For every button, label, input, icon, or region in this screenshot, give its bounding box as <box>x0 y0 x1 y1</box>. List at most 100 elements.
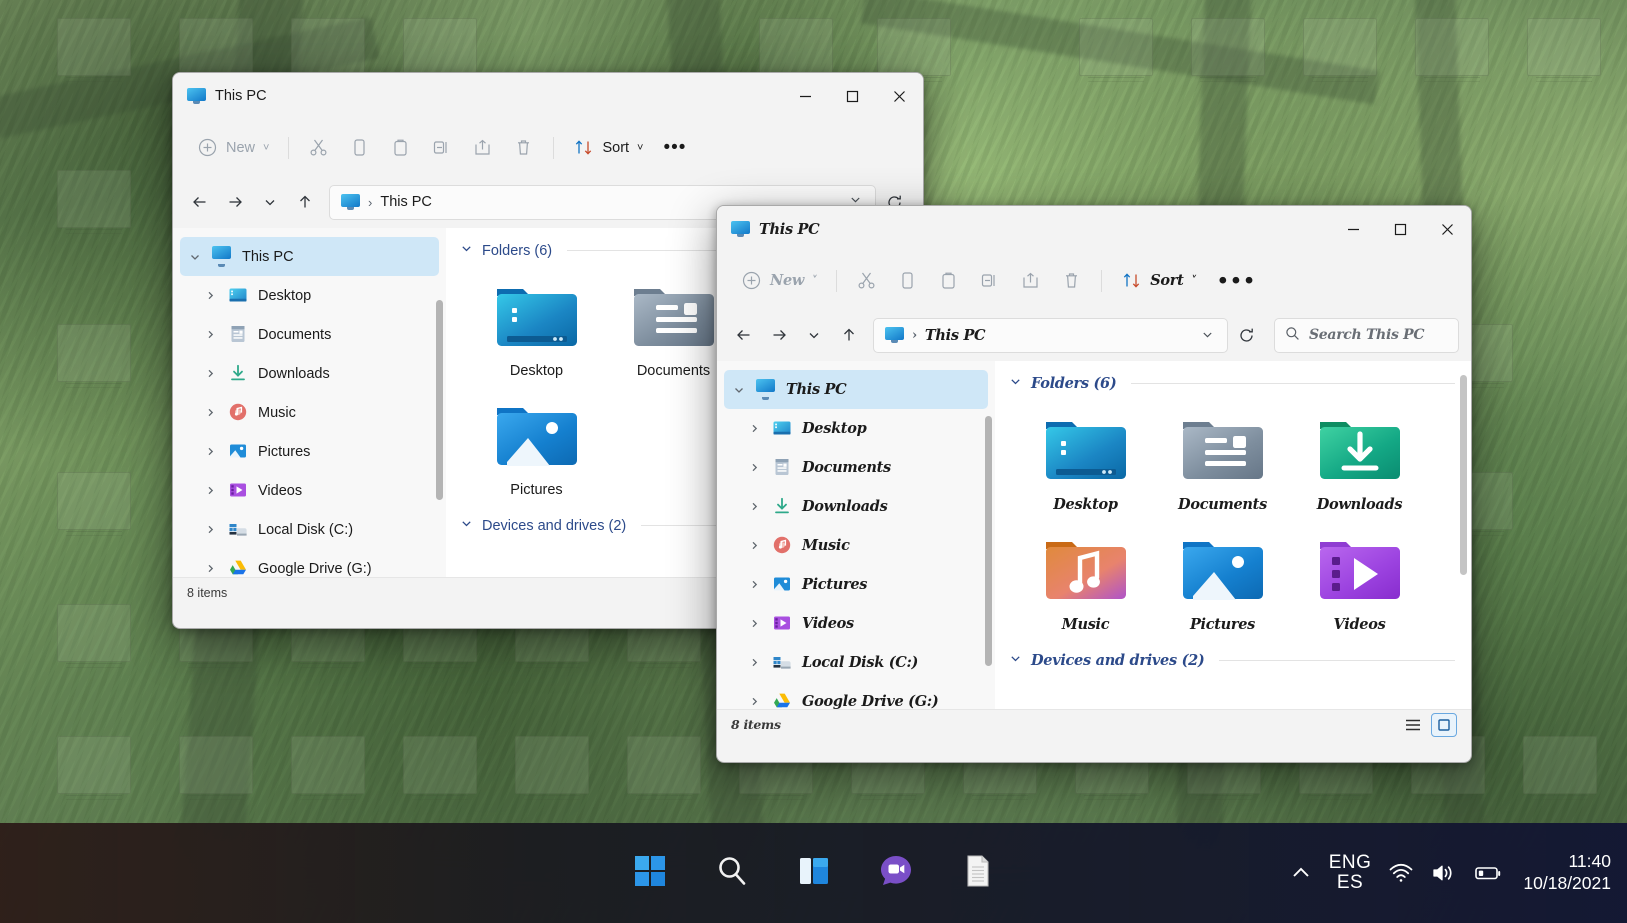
font-preview-tile[interactable] <box>18 18 170 84</box>
up-button[interactable] <box>288 186 321 219</box>
chevron-right-icon[interactable] <box>202 485 219 496</box>
taskbar-app-buttons[interactable] <box>626 849 1002 897</box>
nav-item-videos[interactable]: Videos <box>180 471 439 510</box>
nav-item-documents[interactable]: Documents <box>724 448 988 487</box>
font-preview-tile[interactable] <box>1152 18 1304 84</box>
search-button[interactable] <box>708 849 756 897</box>
folder-tile[interactable]: Documents <box>1154 403 1291 523</box>
chevron-right-icon[interactable] <box>746 696 763 707</box>
window2-navigation-pane[interactable]: This PC Desktop Documents Downloads Music Pi… <box>717 361 995 709</box>
devices-group-header[interactable]: Devices and drives (2) <box>995 643 1471 674</box>
copy-button[interactable] <box>887 263 928 299</box>
nav-item-downloads[interactable]: Downloads <box>724 487 988 526</box>
volume-icon[interactable] <box>1431 862 1457 884</box>
chat-button[interactable] <box>872 849 920 897</box>
chevron-right-icon[interactable] <box>746 618 763 629</box>
font-preview-tile[interactable] <box>1040 18 1192 84</box>
chevron-right-icon[interactable] <box>202 329 219 340</box>
address-field[interactable]: › This PC <box>873 317 1228 353</box>
view-mode-buttons[interactable] <box>1400 712 1457 737</box>
nav-item-this-pc[interactable]: This PC <box>180 237 439 276</box>
new-button[interactable]: New ˅ <box>187 130 279 166</box>
chevron-down-icon[interactable] <box>1009 375 1022 392</box>
refresh-button[interactable] <box>1230 319 1263 352</box>
folder-tile[interactable]: Downloads <box>1291 403 1428 523</box>
font-preview-tile[interactable] <box>1376 18 1528 84</box>
taskbar[interactable]: ENG ES 11:40 10/18/2021 <box>0 823 1627 923</box>
nav-item-videos[interactable]: Videos <box>724 604 988 643</box>
chevron-down-icon[interactable] <box>186 251 203 263</box>
window1-caption-buttons[interactable] <box>782 73 923 119</box>
breadcrumb-this-pc[interactable]: This PC <box>380 194 432 210</box>
nav-item-local-disk-c[interactable]: Local Disk (C:) <box>724 643 988 682</box>
chevron-right-icon[interactable] <box>202 407 219 418</box>
sort-button[interactable]: Sort ˅ <box>563 130 653 166</box>
font-preview-tile[interactable] <box>18 736 170 802</box>
nav-item-google-drive-g[interactable]: Google Drive (G:) <box>724 682 988 709</box>
window2-folder-grid[interactable]: Desktop Documents Downloads Music Pictures Vi… <box>995 397 1471 643</box>
system-tray[interactable]: ENG ES 11:40 10/18/2021 <box>1290 851 1611 895</box>
back-button[interactable] <box>183 186 216 219</box>
language-indicator[interactable]: ENG ES <box>1329 853 1372 893</box>
maximize-button[interactable] <box>829 73 876 119</box>
window2-content-pane[interactable]: Folders (6) Desktop Documents Downloads Mus… <box>995 361 1471 709</box>
nav-pane-scrollbar[interactable] <box>436 300 443 500</box>
font-preview-tile[interactable] <box>1484 736 1627 802</box>
close-button[interactable] <box>1424 206 1471 252</box>
chevron-right-icon[interactable] <box>202 524 219 535</box>
folder-tile[interactable]: Desktop <box>468 270 605 389</box>
rename-button[interactable] <box>421 130 462 166</box>
folders-group-header[interactable]: Folders (6) <box>995 361 1471 397</box>
nav-item-music[interactable]: Music <box>180 393 439 432</box>
breadcrumb-this-pc[interactable]: This PC <box>925 327 986 344</box>
chevron-right-icon[interactable] <box>202 446 219 457</box>
font-preview-tile[interactable] <box>1264 18 1416 84</box>
tray-overflow-button[interactable] <box>1290 862 1312 884</box>
cut-button[interactable] <box>846 263 887 299</box>
list-view-icon[interactable] <box>1400 713 1426 737</box>
folder-tile[interactable]: Music <box>1017 523 1154 643</box>
sort-button[interactable]: Sort ˅ <box>1111 263 1206 299</box>
window2-titlebar[interactable]: This PC <box>717 206 1471 252</box>
recent-locations-button[interactable] <box>253 186 286 219</box>
nav-item-local-disk-c[interactable]: Local Disk (C:) <box>180 510 439 549</box>
font-preview-tile[interactable] <box>364 736 516 802</box>
paste-button[interactable] <box>928 263 969 299</box>
chevron-right-icon[interactable] <box>202 368 219 379</box>
chevron-right-icon[interactable] <box>746 423 763 434</box>
chevron-right-icon[interactable] <box>746 462 763 473</box>
folder-tile[interactable]: Pictures <box>1154 523 1291 643</box>
font-preview-tile[interactable] <box>140 736 292 802</box>
nav-item-music[interactable]: Music <box>724 526 988 565</box>
delete-button[interactable] <box>1051 263 1092 299</box>
chevron-right-icon[interactable] <box>746 657 763 668</box>
battery-icon[interactable] <box>1474 863 1502 883</box>
paste-button[interactable] <box>380 130 421 166</box>
forward-button[interactable] <box>218 186 251 219</box>
back-button[interactable] <box>727 319 760 352</box>
nav-item-desktop[interactable]: Desktop <box>180 276 439 315</box>
chevron-down-icon[interactable] <box>1194 326 1221 345</box>
up-button[interactable] <box>832 319 865 352</box>
font-preview-tile[interactable] <box>1488 18 1627 84</box>
chevron-down-icon[interactable] <box>460 517 473 534</box>
folder-tile[interactable]: Pictures <box>468 389 605 508</box>
font-preview-tile[interactable] <box>476 736 628 802</box>
new-button[interactable]: New ˅ <box>731 263 827 299</box>
wifi-icon[interactable] <box>1388 862 1414 884</box>
minimize-button[interactable] <box>1330 206 1377 252</box>
nav-item-google-drive-g[interactable]: Google Drive (G:) <box>180 549 439 577</box>
copy-button[interactable] <box>339 130 380 166</box>
chevron-right-icon[interactable] <box>202 290 219 301</box>
folder-tile[interactable]: Videos <box>1291 523 1428 643</box>
search-input[interactable]: Search This PC <box>1274 317 1459 353</box>
font-preview-tile[interactable] <box>252 736 404 802</box>
file-explorer-button[interactable] <box>954 849 1002 897</box>
window1-navigation-pane[interactable]: This PC Desktop Documents Downloads Music Pi… <box>173 228 446 577</box>
share-button[interactable] <box>462 130 503 166</box>
nav-item-this-pc[interactable]: This PC <box>724 370 988 409</box>
chevron-down-icon[interactable] <box>730 384 747 396</box>
window2-toolbar[interactable]: New ˅ Sort ˅ ••• <box>717 252 1471 309</box>
chevron-right-icon[interactable] <box>202 563 219 574</box>
window1-toolbar[interactable]: New ˅ Sort ˅ ••• <box>173 119 923 176</box>
